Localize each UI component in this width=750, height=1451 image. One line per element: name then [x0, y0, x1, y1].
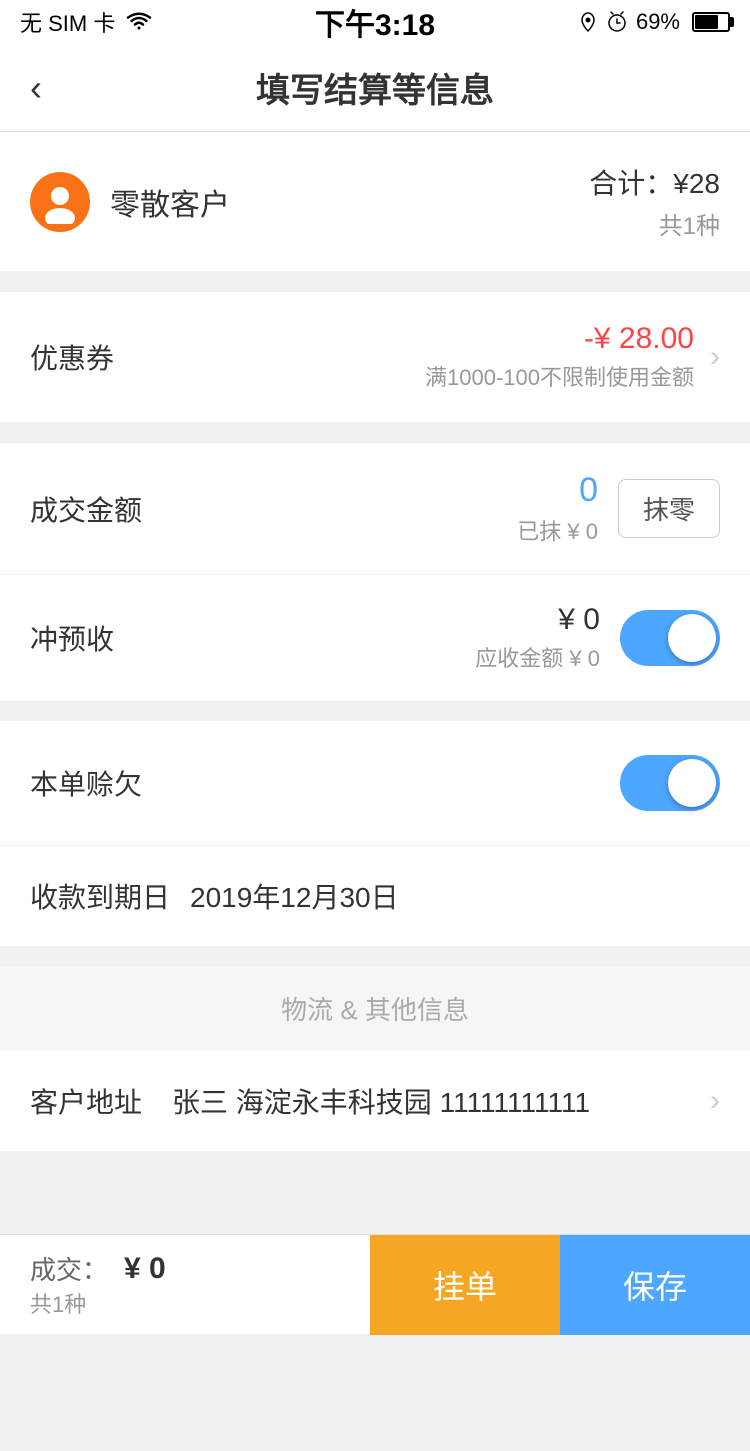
bottom-bar: 成交： ¥ 0 共1种 挂单 保存 — [0, 1234, 750, 1334]
coupon-label: 优惠券 — [30, 337, 114, 377]
pre-receive-amount: ¥ 0 — [475, 603, 600, 637]
amount-row: 成交金额 0 已抹 ¥ 0 抹零 — [0, 442, 750, 574]
address-chevron-icon: › — [710, 1084, 720, 1118]
transaction-sub: 已抹 ¥ 0 — [517, 514, 598, 546]
nav-bar: ‹ 填写结算等信息 — [0, 44, 750, 132]
page-title: 填写结算等信息 — [256, 63, 494, 112]
pre-receive-label: 冲预收 — [30, 618, 114, 658]
customer-left: 零散客户 — [30, 172, 230, 232]
customer-count: 共1种 — [589, 206, 720, 241]
coupon-value-block: -¥ 28.00 满1000-100不限制使用金额 — [425, 322, 694, 392]
back-button[interactable]: ‹ — [30, 67, 42, 109]
address-value: 张三 海淀永丰科技园 11111111111 — [172, 1081, 694, 1121]
carrier-text: 无 SIM 卡 — [20, 6, 115, 38]
coupon-desc: 满1000-100不限制使用金额 — [425, 360, 694, 392]
coupon-right: -¥ 28.00 满1000-100不限制使用金额 › — [425, 322, 720, 392]
divider-4 — [0, 946, 750, 966]
pre-receive-values: ¥ 0 应收金额 ¥ 0 — [475, 603, 600, 673]
status-bar: 无 SIM 卡 下午3:18 69% — [0, 0, 750, 44]
debt-toggle[interactable] — [620, 755, 720, 811]
due-date-row: 收款到期日 2019年12月30日 — [0, 845, 750, 946]
pre-receive-toggle[interactable] — [620, 610, 720, 666]
address-label: 客户地址 — [30, 1081, 142, 1121]
debt-section: 本单赊欠 收款到期日 2019年12月30日 — [0, 721, 750, 946]
transaction-label: 成交金额 — [30, 489, 142, 529]
battery-percentage: 69% — [636, 9, 680, 35]
address-row[interactable]: 客户地址 张三 海淀永丰科技园 11111111111 › — [0, 1051, 750, 1151]
alarm-icon — [606, 11, 628, 33]
battery-icon — [692, 12, 730, 32]
divider-3 — [0, 701, 750, 721]
customer-total: 合计：¥28 — [589, 162, 720, 202]
summary-value: ¥ 0 — [124, 1252, 166, 1286]
save-button[interactable]: 保存 — [560, 1235, 750, 1335]
status-bar-right: 69% — [578, 9, 730, 35]
debt-row: 本单赊欠 — [0, 721, 750, 845]
divider-2 — [0, 422, 750, 442]
customer-right: 合计：¥28 共1种 — [589, 162, 720, 241]
customer-row[interactable]: 零散客户 合计：¥28 共1种 — [0, 132, 750, 271]
transaction-value-block: 0 已抹 ¥ 0 — [517, 471, 598, 546]
coupon-amount: -¥ 28.00 — [425, 322, 694, 356]
due-date-value[interactable]: 2019年12月30日 — [190, 876, 399, 916]
bottom-summary-top: 成交： ¥ 0 — [30, 1250, 340, 1287]
coupon-section: 优惠券 -¥ 28.00 满1000-100不限制使用金额 › — [0, 291, 750, 422]
customer-name: 零散客户 — [110, 180, 230, 224]
divider-1 — [0, 271, 750, 291]
transaction-section: 成交金额 0 已抹 ¥ 0 抹零 冲预收 ¥ 0 应收金额 ¥ 0 — [0, 442, 750, 701]
logistics-header: 物流 & 其他信息 — [0, 966, 750, 1051]
toggle-knob — [668, 614, 716, 662]
status-bar-left: 无 SIM 卡 — [20, 6, 153, 38]
pre-receive-sub: 应收金额 ¥ 0 — [475, 641, 600, 673]
pre-receive-row: 冲预收 ¥ 0 应收金额 ¥ 0 — [0, 574, 750, 701]
address-section: 客户地址 张三 海淀永丰科技园 11111111111 › — [0, 1051, 750, 1151]
location-icon — [578, 11, 598, 33]
debt-label: 本单赊欠 — [30, 763, 142, 803]
customer-section: 零散客户 合计：¥28 共1种 — [0, 132, 750, 271]
status-bar-time: 下午3:18 — [315, 0, 435, 44]
wifi-icon — [125, 12, 153, 32]
customer-avatar — [30, 172, 90, 232]
round-zero-button[interactable]: 抹零 — [618, 479, 720, 538]
bottom-summary: 成交： ¥ 0 共1种 — [0, 1250, 370, 1319]
coupon-row[interactable]: 优惠券 -¥ 28.00 满1000-100不限制使用金额 › — [0, 291, 750, 422]
coupon-chevron-icon: › — [710, 340, 720, 374]
transaction-right: 0 已抹 ¥ 0 抹零 — [517, 471, 720, 546]
due-date-label: 收款到期日 — [30, 876, 170, 916]
debt-toggle-knob — [668, 759, 716, 807]
pre-receive-right: ¥ 0 应收金额 ¥ 0 — [475, 603, 720, 673]
logistics-title: 物流 & 其他信息 — [281, 995, 469, 1025]
avatar-icon — [38, 180, 82, 224]
summary-count: 共1种 — [30, 1287, 340, 1319]
hang-button[interactable]: 挂单 — [370, 1235, 560, 1335]
summary-label: 成交： — [30, 1250, 108, 1287]
transaction-value[interactable]: 0 — [517, 471, 598, 510]
